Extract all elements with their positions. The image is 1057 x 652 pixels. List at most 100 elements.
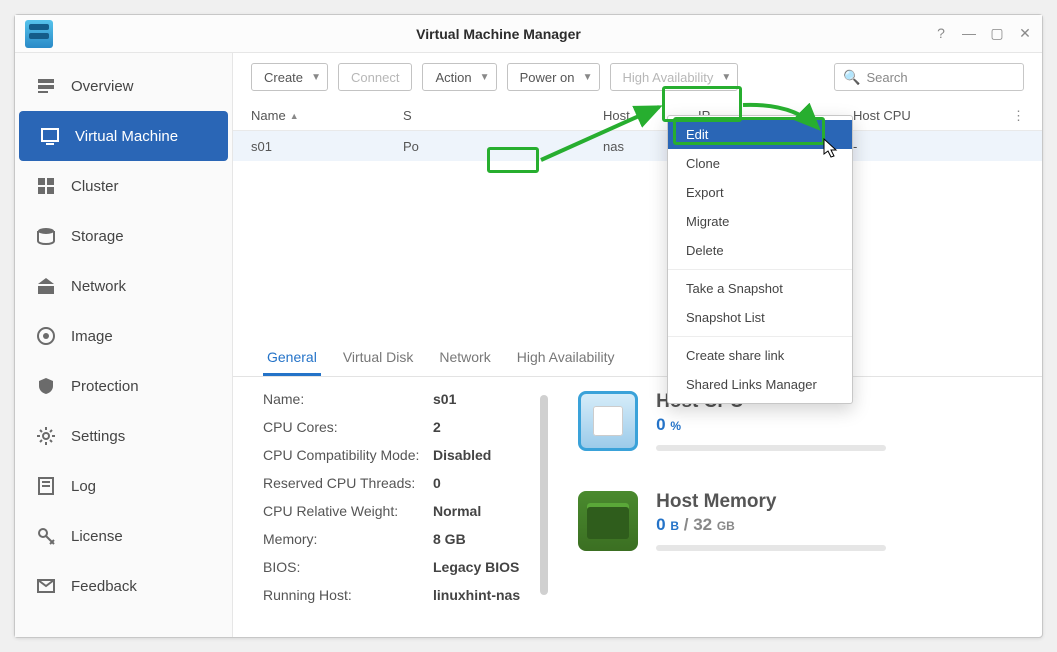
caret-icon: ▼ (719, 72, 733, 83)
sidebar-label: Image (71, 328, 113, 345)
col-host-cpu[interactable]: Host CPU (853, 108, 1012, 123)
sidebar-item-cluster[interactable]: Cluster (15, 161, 232, 211)
detail-key: CPU Cores: (263, 419, 433, 435)
host-memory-bar (656, 545, 886, 551)
detail-key: Reserved CPU Threads: (263, 475, 433, 491)
license-icon (35, 525, 57, 547)
host-cpu-value: 0 % (656, 415, 886, 435)
minimize-icon[interactable]: — (962, 25, 976, 42)
sidebar-item-log[interactable]: Log (15, 461, 232, 511)
sidebar-label: Log (71, 478, 96, 495)
detail-value: 8 GB (433, 531, 466, 547)
overview-icon (35, 75, 57, 97)
detail-value: linuxhint-nas (433, 587, 520, 603)
detail-value: 0 (433, 475, 441, 491)
detail-tabs: General Virtual Disk Network High Availa… (233, 331, 1042, 377)
sidebar-label: Protection (71, 378, 139, 395)
settings-icon (35, 425, 57, 447)
menu-item-create-share-link[interactable]: Create share link (668, 341, 852, 370)
detail-key: Memory: (263, 531, 433, 547)
detail-key: BIOS: (263, 559, 433, 575)
detail-scrollbar[interactable] (540, 395, 548, 595)
menu-item-migrate[interactable]: Migrate (668, 207, 852, 236)
connect-button[interactable]: Connect (338, 63, 412, 91)
sidebar-item-network[interactable]: Network (15, 261, 232, 311)
sidebar-label: Settings (71, 428, 125, 445)
sidebar-label: Feedback (71, 578, 137, 595)
table-row[interactable]: s01 Po nas - - (233, 131, 1042, 161)
tab-network[interactable]: Network (435, 341, 494, 376)
menu-item-shared-links-manager[interactable]: Shared Links Manager (668, 370, 852, 399)
caret-icon: ▼ (478, 72, 492, 83)
help-icon[interactable]: ? (934, 25, 948, 42)
sidebar-item-protection[interactable]: Protection (15, 361, 232, 411)
ha-label: High Availability (623, 70, 714, 85)
tab-general[interactable]: General (263, 341, 321, 376)
menu-item-snapshot-list[interactable]: Snapshot List (668, 303, 852, 332)
maximize-icon[interactable]: ▢ (990, 25, 1004, 42)
sidebar-label: Network (71, 278, 126, 295)
sidebar-label: Virtual Machine (75, 128, 178, 145)
window-title: Virtual Machine Manager (63, 26, 934, 42)
cell-cpu: - (853, 139, 1024, 154)
menu-item-export[interactable]: Export (668, 178, 852, 207)
sidebar-item-feedback[interactable]: Feedback (15, 561, 232, 611)
table-header: Name▲ S Host IP Host CPU ⋮ (233, 101, 1042, 131)
memory-icon (578, 491, 638, 551)
detail-key: CPU Compatibility Mode: (263, 447, 433, 463)
sidebar: Overview Virtual Machine Cluster Storage… (15, 53, 233, 637)
cursor-icon (821, 137, 841, 164)
detail-value: Disabled (433, 447, 491, 463)
log-icon (35, 475, 57, 497)
create-button[interactable]: Create ▼ (251, 63, 328, 91)
detail-value: 2 (433, 419, 441, 435)
menu-item-delete[interactable]: Delete (668, 236, 852, 265)
caret-icon: ▼ (581, 72, 595, 83)
power-on-button[interactable]: Power on ▼ (507, 63, 600, 91)
feedback-icon (35, 575, 57, 597)
close-icon[interactable]: ✕ (1018, 25, 1032, 42)
action-button[interactable]: Action ▼ (422, 63, 496, 91)
storage-icon (35, 225, 57, 247)
create-label: Create (264, 70, 303, 85)
toolbar: Create ▼ Connect Action ▼ Power on ▼ High A… (233, 53, 1042, 101)
sidebar-label: License (71, 528, 123, 545)
tab-virtual-disk[interactable]: Virtual Disk (339, 341, 418, 376)
sidebar-label: Storage (71, 228, 124, 245)
titlebar: Virtual Machine Manager ? — ▢ ✕ (15, 15, 1042, 53)
host-cpu-bar (656, 445, 886, 451)
sidebar-item-storage[interactable]: Storage (15, 211, 232, 261)
search-icon: 🔍 (843, 69, 860, 86)
detail-value: s01 (433, 391, 456, 407)
host-memory-card: Host Memory 0 B / 32 GB (578, 491, 1012, 551)
sidebar-item-virtual-machine[interactable]: Virtual Machine (19, 111, 228, 161)
high-availability-button[interactable]: High Availability ▼ (610, 63, 739, 91)
detail-value: Normal (433, 503, 481, 519)
network-icon (35, 275, 57, 297)
detail-key: Name: (263, 391, 433, 407)
col-more-icon[interactable]: ⋮ (1012, 108, 1024, 124)
sidebar-item-image[interactable]: Image (15, 311, 232, 361)
detail-key: CPU Relative Weight: (263, 503, 433, 519)
col-name[interactable]: Name▲ (251, 108, 403, 123)
action-label: Action (435, 70, 471, 85)
image-icon (35, 325, 57, 347)
cluster-icon (35, 175, 57, 197)
sidebar-item-settings[interactable]: Settings (15, 411, 232, 461)
search-placeholder: Search (866, 70, 907, 85)
cpu-icon (578, 391, 638, 451)
sidebar-item-license[interactable]: License (15, 511, 232, 561)
col-status[interactable]: S (403, 108, 603, 123)
detail-value: Legacy BIOS (433, 559, 519, 575)
sidebar-label: Overview (71, 78, 134, 95)
caret-icon: ▼ (309, 72, 323, 83)
detail-keyvalues: Name:s01CPU Cores:2CPU Compatibility Mod… (263, 391, 520, 615)
sidebar-item-overview[interactable]: Overview (15, 61, 232, 111)
search-input[interactable]: 🔍 Search (834, 63, 1024, 91)
menu-item-take-a-snapshot[interactable]: Take a Snapshot (668, 274, 852, 303)
tab-high-availability[interactable]: High Availability (513, 341, 619, 376)
sidebar-label: Cluster (71, 178, 119, 195)
app-icon (25, 20, 53, 48)
poweron-label: Power on (520, 70, 575, 85)
detail-key: Running Host: (263, 587, 433, 603)
